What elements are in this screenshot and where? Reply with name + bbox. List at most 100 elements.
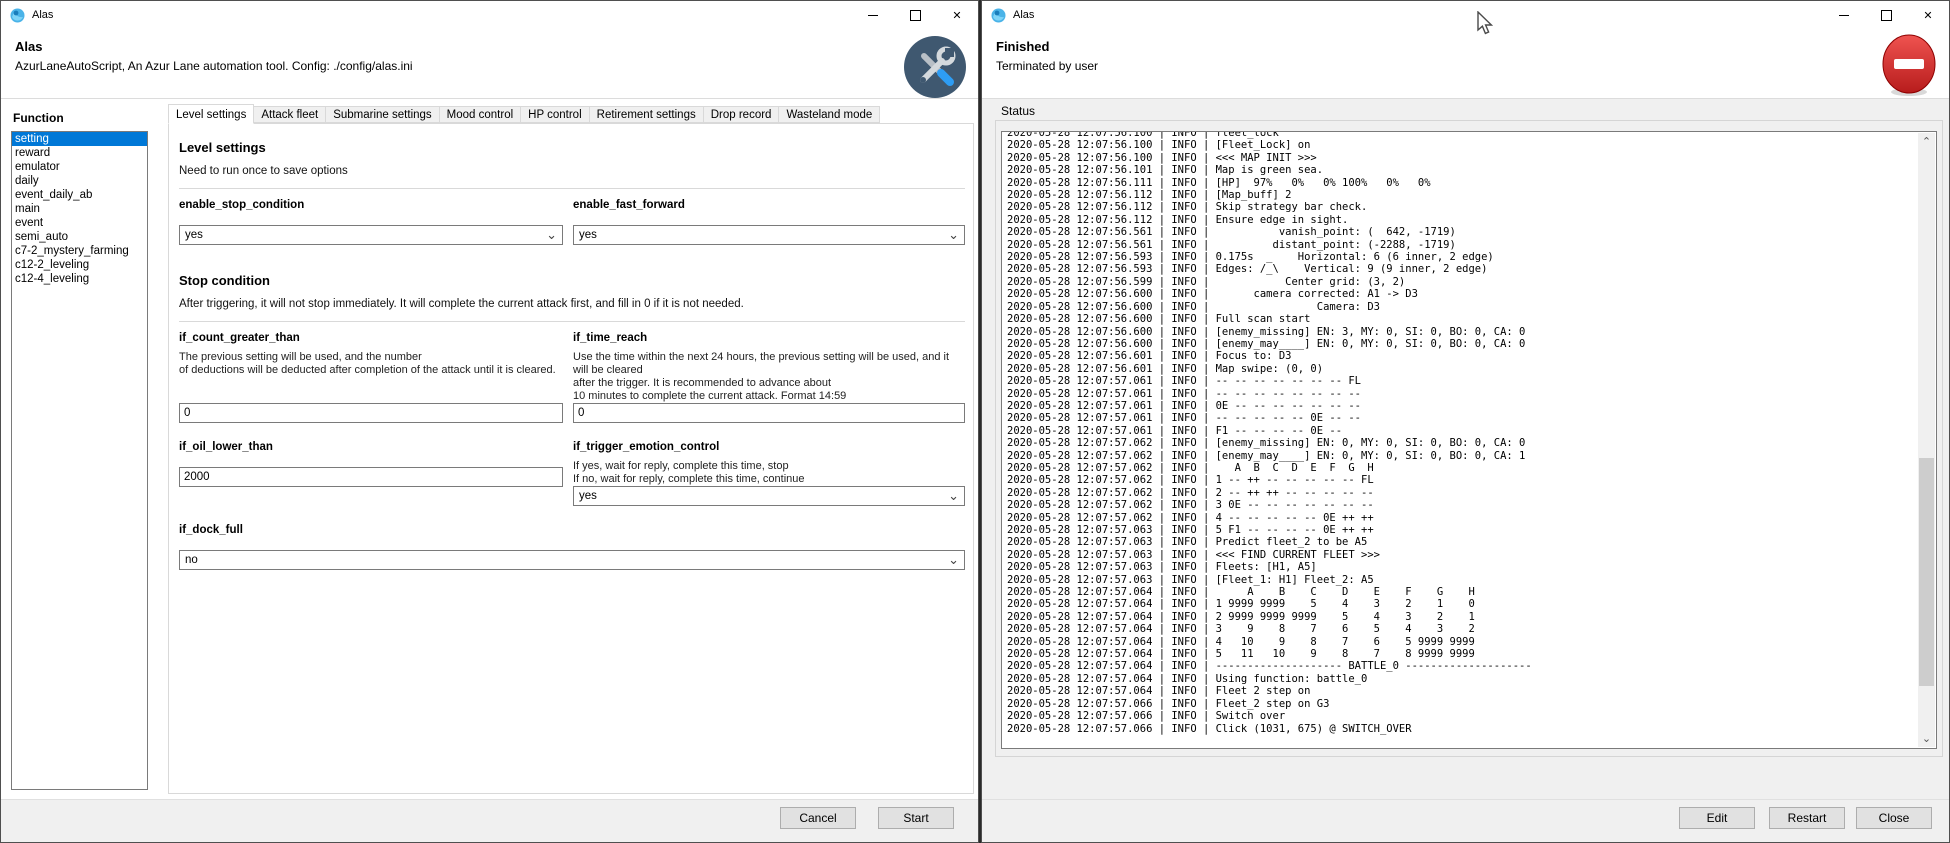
field-if-count-greater-than: if_count_greater_than The previous setti… <box>179 332 563 423</box>
maximize-button[interactable] <box>1865 1 1907 29</box>
divider <box>179 188 965 189</box>
log-text: 2020-05-28 12:07:56.100 | INFO | fleet_l… <box>1002 131 1936 735</box>
if-dock-full-select[interactable]: no ⌄ <box>179 550 965 570</box>
function-list-item[interactable]: reward <box>12 146 147 160</box>
settings-tab[interactable]: Drop record <box>704 106 780 123</box>
if-trigger-emotion-control-select[interactable]: yes ⌄ <box>573 486 965 506</box>
minimize-icon <box>1839 15 1849 16</box>
close-icon: ✕ <box>952 9 961 22</box>
status-group-label: Status <box>1001 104 1035 118</box>
header-divider <box>1 98 978 99</box>
scrollbar-thumb[interactable] <box>1919 458 1934 686</box>
divider <box>179 321 965 322</box>
maximize-icon <box>910 10 921 21</box>
minimize-button[interactable] <box>852 1 894 29</box>
settings-tab[interactable]: Wasteland mode <box>779 106 880 123</box>
field-label: if_trigger_emotion_control <box>573 441 965 453</box>
chevron-down-icon: ⌄ <box>948 551 959 568</box>
section-title-level-settings: Level settings <box>179 140 965 155</box>
window-title: Alas <box>32 9 53 21</box>
function-list-item[interactable]: event_daily_ab <box>12 188 147 202</box>
field-label: if_count_greater_than <box>179 332 563 344</box>
maximize-button[interactable] <box>894 1 936 29</box>
page-subtitle: AzurLaneAutoScript, An Azur Lane automat… <box>15 59 413 73</box>
tools-icon <box>904 36 966 98</box>
settings-tab[interactable]: Level settings <box>168 104 254 124</box>
function-listbox[interactable]: settingrewardemulatordailyevent_daily_ab… <box>11 131 148 790</box>
close-dialog-button[interactable]: Close <box>1856 807 1932 829</box>
function-list-item[interactable]: c12-4_leveling <box>12 272 147 286</box>
field-if-time-reach: if_time_reach Use the time within the ne… <box>573 332 965 423</box>
edit-button[interactable]: Edit <box>1679 807 1755 829</box>
enable-fast-forward-select[interactable]: yes ⌄ <box>573 225 965 245</box>
if-count-greater-than-input[interactable] <box>179 403 563 423</box>
chevron-down-icon: ⌄ <box>546 226 557 243</box>
if-oil-lower-than-input[interactable] <box>179 467 563 487</box>
status-subtitle: Terminated by user <box>996 59 1098 73</box>
log-footer: Edit Restart Close <box>982 799 1949 842</box>
restart-button[interactable]: Restart <box>1769 807 1845 829</box>
mouse-cursor <box>1477 11 1495 42</box>
minimize-button[interactable] <box>1823 1 1865 29</box>
start-button[interactable]: Start <box>878 807 954 829</box>
enable-stop-condition-select[interactable]: yes ⌄ <box>179 225 563 245</box>
function-list-item[interactable]: event <box>12 216 147 230</box>
field-label: if_oil_lower_than <box>179 441 563 453</box>
selected-value: yes <box>185 229 203 241</box>
alas-settings-window: Alas ✕ Alas AzurLaneAutoScript, An Azur … <box>0 0 979 843</box>
alas-log-window: Alas ✕ Finished Terminated by user <box>981 0 1950 843</box>
section-title-stop-condition: Stop condition <box>179 273 965 288</box>
close-button[interactable]: ✕ <box>936 1 978 29</box>
settings-tabstrip: Level settingsAttack fleetSubmarine sett… <box>168 104 880 123</box>
scroll-down-icon[interactable]: ⌄ <box>1918 730 1935 747</box>
if-time-reach-input[interactable] <box>573 403 965 423</box>
field-enable-fast-forward: enable_fast_forward yes ⌄ <box>573 199 965 245</box>
field-if-oil-lower-than: if_oil_lower_than <box>179 441 563 506</box>
settings-tab[interactable]: Submarine settings <box>326 106 439 123</box>
selected-value: no <box>185 554 198 566</box>
selected-value: yes <box>579 229 597 241</box>
settings-tab[interactable]: Mood control <box>440 106 521 123</box>
window-title: Alas <box>1013 9 1034 21</box>
function-list-item[interactable]: daily <box>12 174 147 188</box>
function-list-item[interactable]: c12-2_leveling <box>12 258 147 272</box>
field-description: If yes, wait for reply, complete this ti… <box>573 460 965 486</box>
alas-app-icon <box>991 8 1006 23</box>
settings-footer: Cancel Start <box>1 799 978 842</box>
chevron-down-icon: ⌄ <box>948 487 959 504</box>
field-if-trigger-emotion-control: if_trigger_emotion_control If yes, wait … <box>573 441 965 506</box>
titlebar[interactable]: Alas ✕ <box>1 1 978 29</box>
function-list-item[interactable]: setting <box>12 132 147 146</box>
page-title: Alas <box>15 39 42 54</box>
header-divider <box>982 98 1949 99</box>
level-settings-pane: Level settings Need to run once to save … <box>168 123 974 794</box>
function-list-item[interactable]: main <box>12 202 147 216</box>
stopped-icon <box>1880 34 1938 98</box>
log-output[interactable]: 2020-05-28 12:07:56.100 | INFO | fleet_l… <box>1001 131 1937 749</box>
titlebar[interactable]: Alas ✕ <box>982 1 1949 29</box>
section-subtitle-level-settings: Need to run once to save options <box>179 165 965 177</box>
function-list-item[interactable]: semi_auto <box>12 230 147 244</box>
field-label: if_dock_full <box>179 524 965 536</box>
section-subtitle-stop-condition: After triggering, it will not stop immed… <box>179 298 965 310</box>
log-scrollbar[interactable]: ⌃ ⌄ <box>1918 133 1935 747</box>
settings-tab[interactable]: HP control <box>521 106 589 123</box>
chevron-down-icon: ⌄ <box>948 226 959 243</box>
close-button[interactable]: ✕ <box>1907 1 1949 29</box>
settings-tab[interactable]: Retirement settings <box>590 106 704 123</box>
selected-value: yes <box>579 490 597 502</box>
settings-tab[interactable]: Attack fleet <box>254 106 326 123</box>
field-enable-stop-condition: enable_stop_condition yes ⌄ <box>179 199 563 245</box>
alas-app-icon <box>10 8 25 23</box>
function-list-item[interactable]: c7-2_mystery_farming <box>12 244 147 258</box>
field-if-dock-full: if_dock_full no ⌄ <box>179 524 965 570</box>
cancel-button[interactable]: Cancel <box>780 807 856 829</box>
field-description: Use the time within the next 24 hours, t… <box>573 351 965 403</box>
field-label: enable_stop_condition <box>179 199 563 211</box>
scroll-up-icon[interactable]: ⌃ <box>1918 133 1935 150</box>
field-label: if_time_reach <box>573 332 965 344</box>
field-description: The previous setting will be used, and t… <box>179 351 563 377</box>
function-list-item[interactable]: emulator <box>12 160 147 174</box>
maximize-icon <box>1881 10 1892 21</box>
status-title: Finished <box>996 39 1049 54</box>
